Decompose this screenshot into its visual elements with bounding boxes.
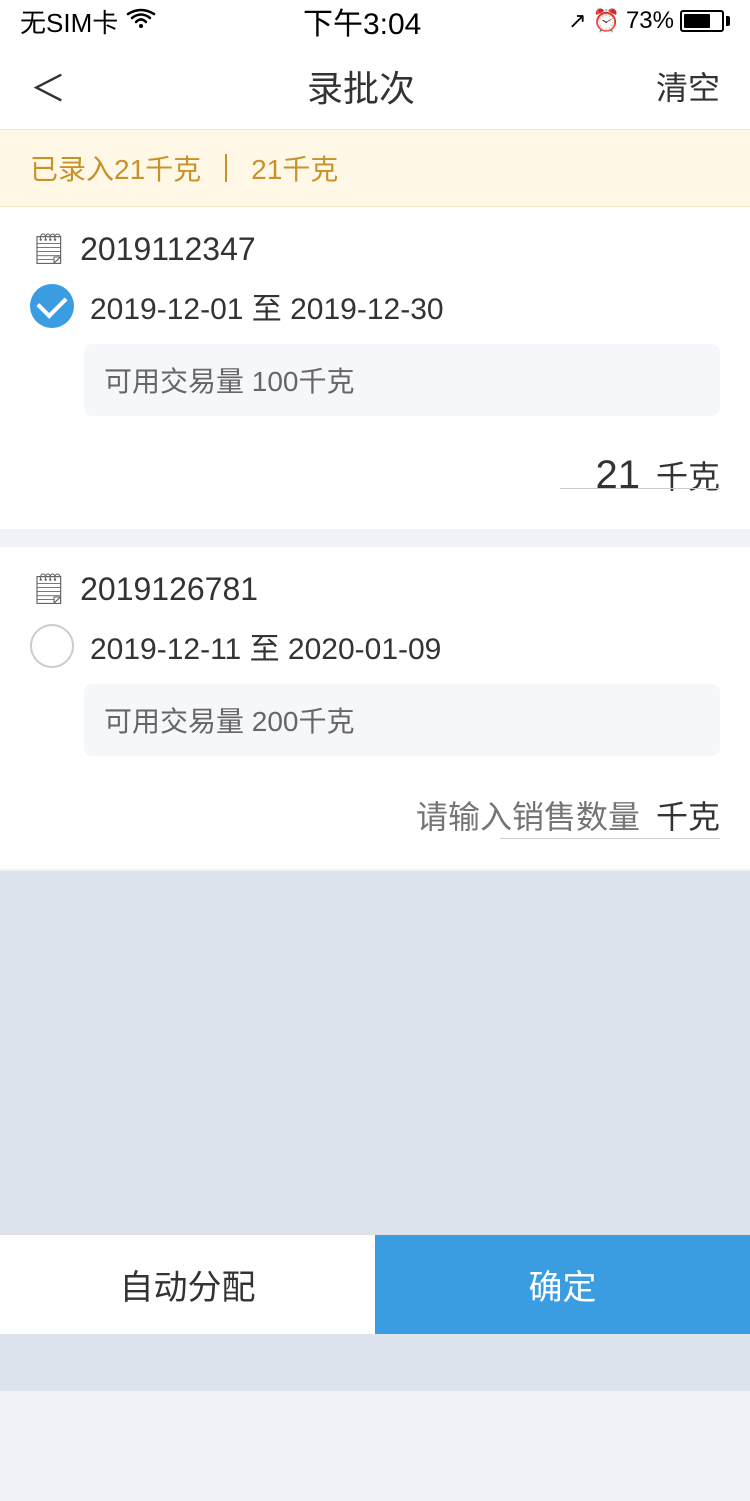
batch-date-row-2[interactable]: 2019-12-11 至 2020-01-09 — [0, 616, 750, 676]
clear-button[interactable]: 清空 — [656, 63, 720, 109]
doc-icon-1: 🗒 — [30, 232, 68, 267]
page-title: 录批次 — [307, 60, 415, 112]
battery-percent: 73% — [626, 7, 674, 35]
auto-distribute-button[interactable]: 自动分配 — [0, 1235, 375, 1334]
qty-unit-1: 千克 — [656, 452, 720, 498]
batch-date-1: 2019-12-01 至 2019-12-30 — [90, 284, 444, 328]
batch-avail-text-2: 可用交易量 200千克 — [104, 706, 355, 737]
radio-checked-1[interactable] — [30, 284, 74, 328]
confirm-label: 确定 — [529, 1260, 597, 1309]
footer: 自动分配 确定 — [0, 1234, 750, 1334]
status-right: ↗ ⏰ 73% — [568, 7, 730, 35]
info-label: 已录入21千克 — [30, 148, 201, 188]
status-bar: 无SIM卡 下午3:04 ↗ ⏰ 73% — [0, 0, 750, 42]
qty-underline-2 — [500, 838, 720, 839]
auto-distribute-label: 自动分配 — [120, 1260, 256, 1309]
qty-input-1[interactable] — [520, 453, 640, 498]
batch-avail-1: 可用交易量 100千克 — [84, 344, 720, 416]
batch-date-2: 2019-12-11 至 2020-01-09 — [90, 624, 441, 668]
info-value: 21千克 — [251, 148, 338, 188]
doc-icon-2: 🗒 — [30, 572, 68, 607]
qty-row-1: 千克 — [0, 432, 750, 529]
qty-placeholder-row-2: 千克 — [0, 772, 750, 869]
batch-id-1: 2019112347 — [80, 231, 256, 268]
alarm-icon: ⏰ — [593, 8, 620, 34]
info-banner: 已录入21千克 21千克 — [0, 130, 750, 207]
nav-bar: ＜ 录批次 清空 — [0, 42, 750, 130]
battery-icon — [680, 10, 730, 32]
batch-avail-text-1: 可用交易量 100千克 — [104, 366, 355, 397]
batch-date-row-1[interactable]: 2019-12-01 至 2019-12-30 — [0, 276, 750, 336]
section-divider — [0, 531, 750, 547]
batch-header-2: 🗒 2019126781 — [0, 547, 750, 616]
carrier-label: 无SIM卡 — [20, 3, 118, 40]
wifi-icon — [126, 6, 156, 37]
radio-unchecked-2[interactable] — [30, 624, 74, 668]
batch-id-2: 2019126781 — [80, 571, 258, 608]
qty-input-2[interactable] — [360, 799, 640, 836]
batch-header-1: 🗒 2019112347 — [0, 207, 750, 276]
status-left: 无SIM卡 — [20, 3, 156, 40]
info-divider — [225, 154, 227, 182]
qty-underline-1 — [560, 488, 720, 489]
back-button[interactable]: ＜ — [30, 60, 66, 112]
qty-unit-2: 千克 — [656, 792, 720, 838]
batch-avail-2: 可用交易量 200千克 — [84, 684, 720, 756]
status-time: 下午3:04 — [303, 0, 421, 43]
batch-item-2: 🗒 2019126781 2019-12-11 至 2020-01-09 可用交… — [0, 547, 750, 869]
batch-item-1: 🗒 2019112347 2019-12-01 至 2019-12-30 可用交… — [0, 207, 750, 529]
confirm-button[interactable]: 确定 — [375, 1235, 750, 1334]
location-icon: ↗ — [568, 8, 586, 34]
